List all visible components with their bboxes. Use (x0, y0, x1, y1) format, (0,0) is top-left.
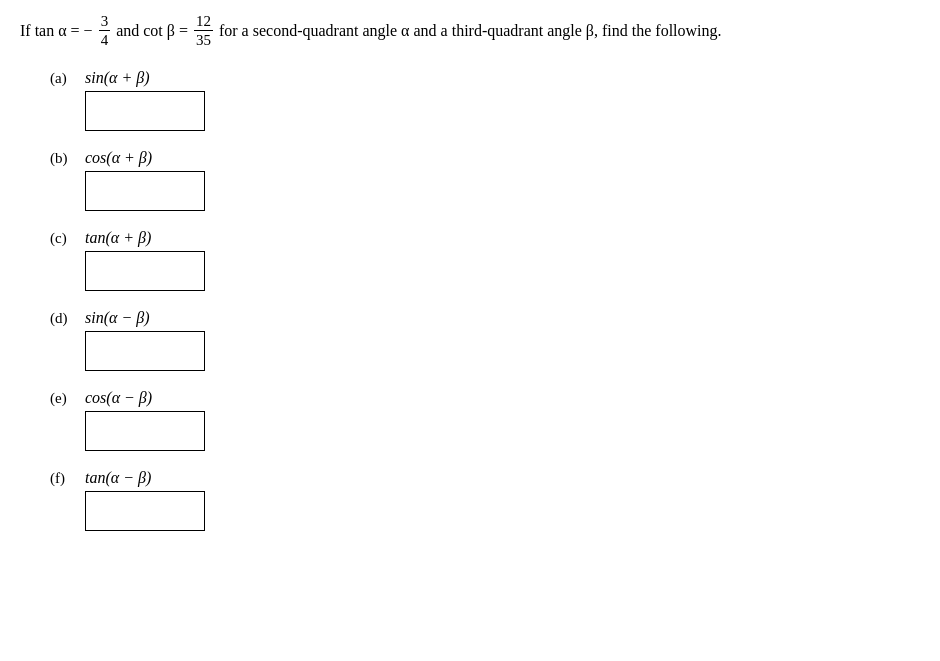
part-label-row-1: (b) cos(α + β) (50, 149, 920, 167)
part-label-row-3: (d) sin(α − β) (50, 309, 920, 327)
part-label-2: (c) (50, 230, 75, 247)
part-row-5: (f) tan(α − β) (50, 469, 920, 531)
answer-box-0[interactable] (85, 91, 205, 131)
part-label-3: (d) (50, 310, 75, 327)
parts-container: (a)sin(α + β)(b)cos(α + β)(c)tan(α + β)(… (20, 69, 920, 531)
fraction-2: 12 35 (194, 12, 213, 49)
problem-prefix: If tan α = − (20, 19, 93, 43)
answer-box-1[interactable] (85, 171, 205, 211)
part-row-4: (e) cos(α − β) (50, 389, 920, 451)
answer-box-5[interactable] (85, 491, 205, 531)
part-row-2: (c) tan(α + β) (50, 229, 920, 291)
part-label-row-4: (e) cos(α − β) (50, 389, 920, 407)
part-row-1: (b) cos(α + β) (50, 149, 920, 211)
part-expr-0: sin(α + β) (85, 69, 150, 87)
part-label-4: (e) (50, 390, 75, 407)
frac1-denominator: 4 (99, 31, 111, 49)
part-expr-5: tan(α − β) (85, 469, 151, 487)
answer-box-3[interactable] (85, 331, 205, 371)
problem-statement: If tan α = − 3 4 and cot β = 12 35 for a… (20, 12, 920, 49)
problem-middle: and cot β = (116, 19, 188, 43)
part-label-row-0: (a) sin(α + β) (50, 69, 920, 87)
part-label-row-5: (f) tan(α − β) (50, 469, 920, 487)
part-expr-3: sin(α − β) (85, 309, 150, 327)
answer-box-2[interactable] (85, 251, 205, 291)
part-expr-4: cos(α − β) (85, 389, 152, 407)
part-label-5: (f) (50, 470, 75, 487)
answer-box-4[interactable] (85, 411, 205, 451)
frac1-numerator: 3 (99, 12, 111, 31)
problem-suffix: for a second-quadrant angle α and a thir… (219, 19, 722, 43)
part-row-0: (a) sin(α + β) (50, 69, 920, 131)
part-row-3: (d) sin(α − β) (50, 309, 920, 371)
fraction-1: 3 4 (99, 12, 111, 49)
part-label-row-2: (c) tan(α + β) (50, 229, 920, 247)
frac2-numerator: 12 (194, 12, 213, 31)
part-expr-2: tan(α + β) (85, 229, 151, 247)
part-label-1: (b) (50, 150, 75, 167)
part-expr-1: cos(α + β) (85, 149, 152, 167)
part-label-0: (a) (50, 70, 75, 87)
frac2-denominator: 35 (194, 31, 213, 49)
